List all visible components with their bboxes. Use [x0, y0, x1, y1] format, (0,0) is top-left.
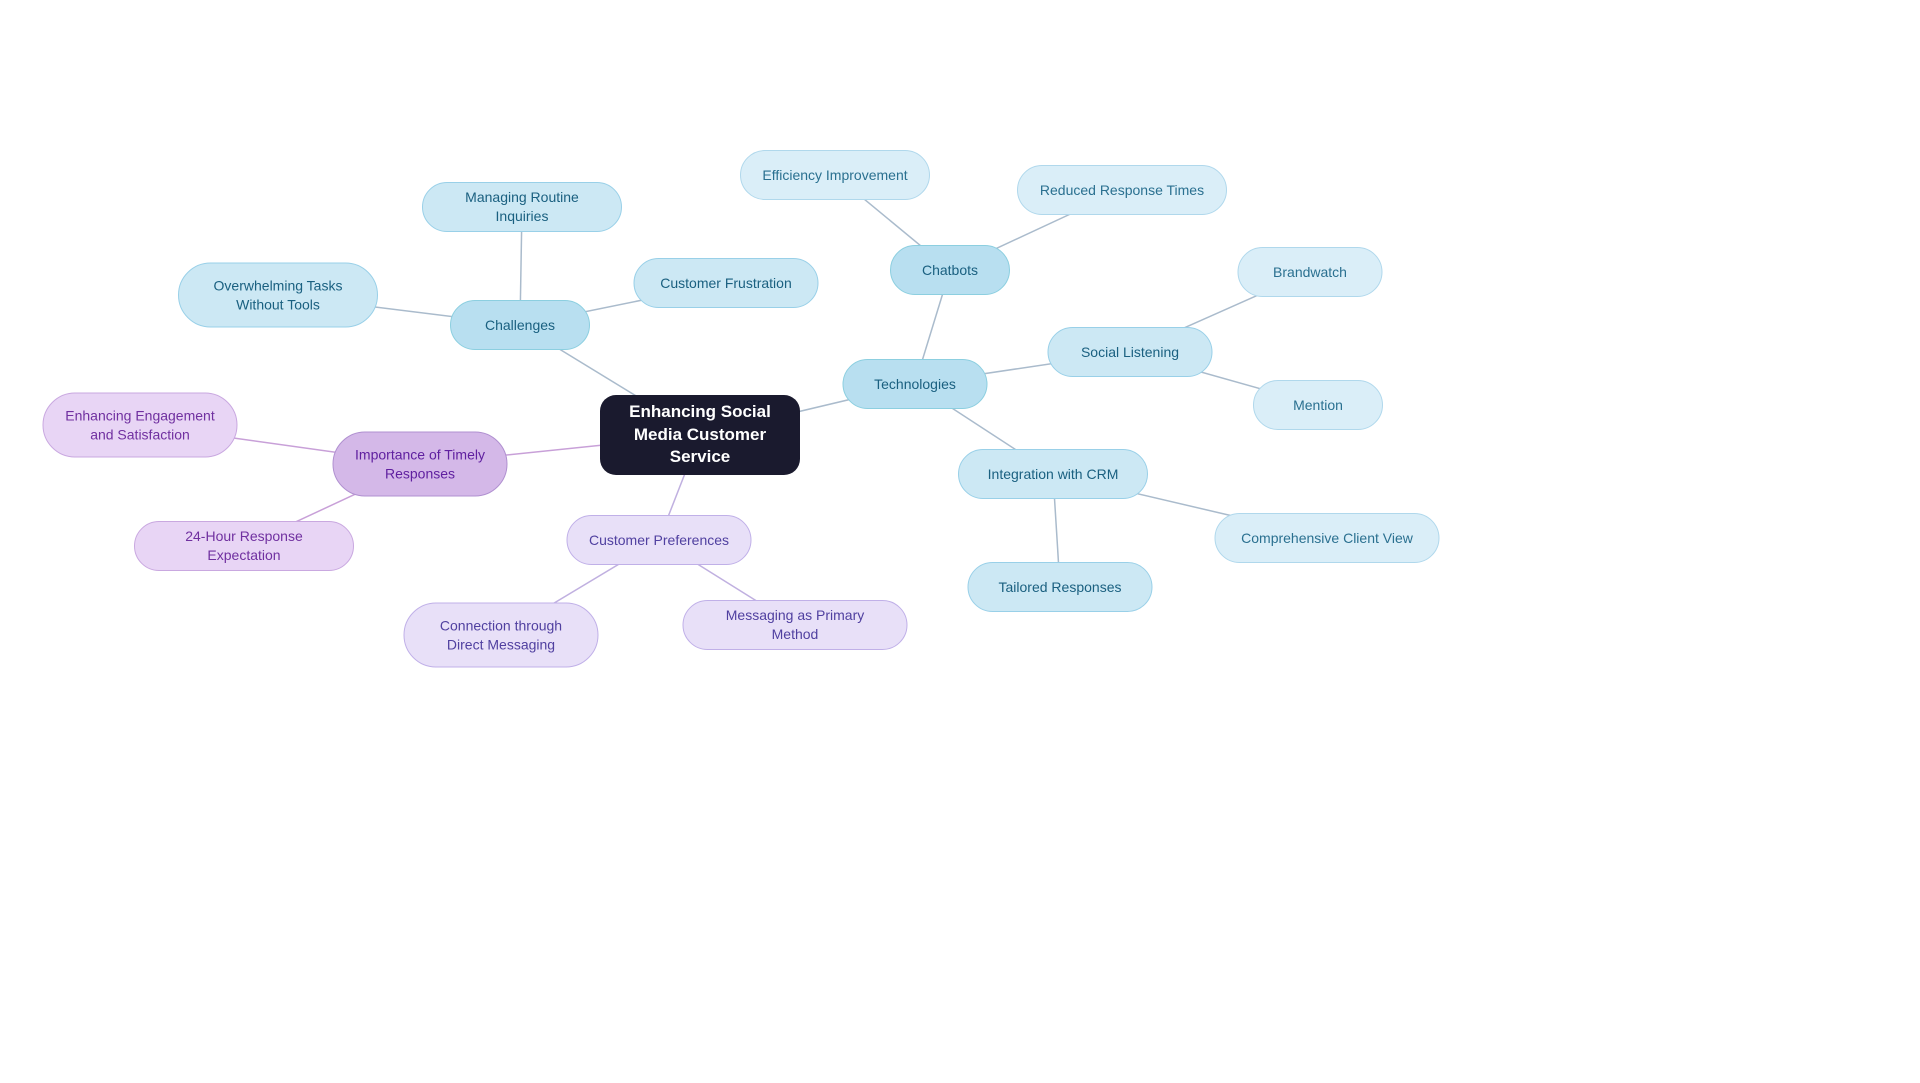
node-importance-timely: Importance of Timely Responses	[333, 432, 508, 497]
node-comprehensive-client: Comprehensive Client View	[1215, 513, 1440, 563]
node-technologies: Technologies	[843, 359, 988, 409]
node-customer-frustration: Customer Frustration	[634, 258, 819, 308]
node-enhancing-engagement: Enhancing Engagement and Satisfaction	[43, 393, 238, 458]
mindmap-container: Enhancing Social Media Customer Service …	[0, 0, 1920, 1083]
node-central: Enhancing Social Media Customer Service	[600, 395, 800, 475]
node-reduced-response: Reduced Response Times	[1017, 165, 1227, 215]
node-social-listening: Social Listening	[1048, 327, 1213, 377]
node-mention: Mention	[1253, 380, 1383, 430]
node-chatbots: Chatbots	[890, 245, 1010, 295]
node-tailored-responses: Tailored Responses	[968, 562, 1153, 612]
node-response-expectation: 24-Hour Response Expectation	[134, 521, 354, 571]
node-connection-direct: Connection through Direct Messaging	[404, 603, 599, 668]
node-brandwatch: Brandwatch	[1238, 247, 1383, 297]
node-messaging-primary: Messaging as Primary Method	[683, 600, 908, 650]
node-efficiency-improvement: Efficiency Improvement	[740, 150, 930, 200]
node-managing-routine: Managing Routine Inquiries	[422, 182, 622, 232]
node-overwhelming: Overwhelming Tasks Without Tools	[178, 263, 378, 328]
node-integration-crm: Integration with CRM	[958, 449, 1148, 499]
node-challenges: Challenges	[450, 300, 590, 350]
node-customer-preferences: Customer Preferences	[567, 515, 752, 565]
